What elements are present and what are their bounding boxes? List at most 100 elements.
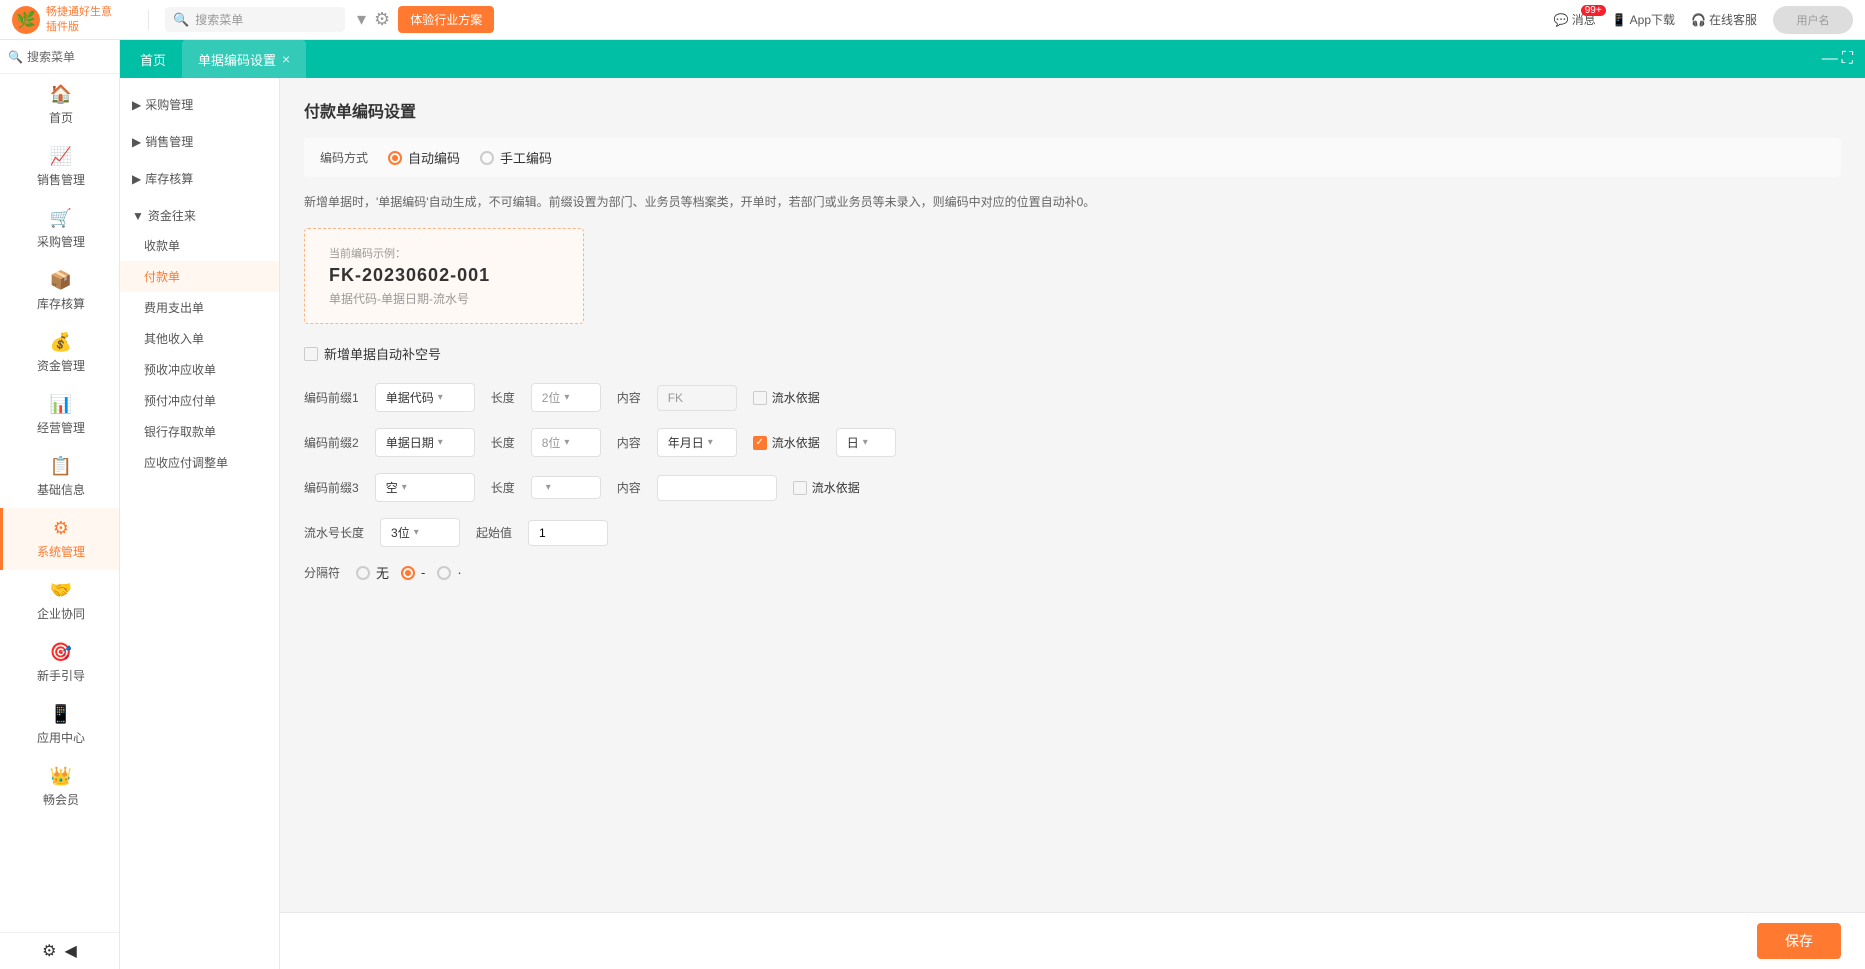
stream1-checkbox[interactable]: 流水依据 — [753, 389, 820, 406]
sub-menu-receipt[interactable]: 收款单 — [120, 230, 279, 261]
sep-dot2-circle — [437, 566, 451, 580]
enterprise-icon: 🤝 — [50, 580, 72, 601]
online-service-button[interactable]: 🎧 在线客服 — [1691, 11, 1757, 28]
tab-maximize-icon[interactable]: ⛶ — [1842, 50, 1853, 68]
sep-dot1-radio[interactable]: - — [401, 565, 425, 580]
operations-icon: 📊 — [50, 394, 72, 415]
message-icon: 💬 — [1554, 13, 1569, 27]
chevron-down-icon: ▾ — [564, 437, 569, 448]
sub-menu-other-income[interactable]: 其他收入单 — [120, 323, 279, 354]
tab-close-icon[interactable]: × — [282, 51, 290, 67]
main-panel: 付款单编码设置 编码方式 自动编码 手工编码 新增单据时，'单据编 — [280, 78, 1865, 912]
sidebar-item-operations[interactable]: 📊 经营管理 — [0, 384, 119, 446]
search-icon: 🔍 — [173, 12, 189, 28]
sub-menu-group-inventory: ▶ 库存核算 — [120, 160, 279, 197]
form-row-prefix1: 编码前缀1 单据代码 ▾ 长度 2位 ▾ 内容 — [304, 383, 1841, 412]
auto-fill-checkbox[interactable]: 新增单据自动补空号 — [304, 344, 1841, 363]
tab-encoding-settings[interactable]: 单据编码设置 × — [182, 40, 306, 78]
prefix1-select[interactable]: 单据代码 ▾ — [375, 383, 475, 412]
sidebar-item-purchase[interactable]: 🛒 采购管理 — [0, 198, 119, 260]
system-icon: ⚙ — [53, 518, 69, 539]
apps-icon: 📱 — [50, 704, 72, 725]
stream3-checkbox[interactable]: 流水依据 — [793, 479, 860, 496]
logo-icon: 🌿 — [12, 6, 40, 34]
sidebar-settings-icon[interactable]: ⚙ — [42, 941, 56, 961]
content2-select[interactable]: 年月日 ▾ — [657, 428, 737, 457]
encoding-method-label: 编码方式 — [320, 149, 368, 166]
sidebar-item-sales[interactable]: 📈 销售管理 — [0, 136, 119, 198]
sub-menu-sales[interactable]: ▶ 销售管理 — [120, 127, 279, 156]
app-download-button[interactable]: 📱 App下载 — [1612, 11, 1675, 28]
chevron-right-icon: ▶ — [132, 135, 141, 149]
tab-minimize-icon[interactable]: — — [1822, 50, 1838, 68]
content1-input — [657, 385, 737, 411]
menu-search[interactable]: 🔍 搜索菜单 — [165, 7, 345, 32]
base-icon: 📋 — [50, 456, 72, 477]
sep-dot2-radio[interactable]: · — [437, 565, 461, 580]
sub-menu-expense[interactable]: 费用支出单 — [120, 292, 279, 323]
sep-none-radio[interactable]: 无 — [356, 563, 389, 582]
serial-length-select[interactable]: 3位 ▾ — [380, 518, 460, 547]
content-body: ▶ 采购管理 ▶ 销售管理 ▶ 库存核算 — [120, 78, 1865, 969]
download-icon: 📱 — [1612, 13, 1627, 27]
sidebar-item-inventory[interactable]: 📦 库存核算 — [0, 260, 119, 322]
content-area: 首页 单据编码设置 × — ⛶ ▶ 采购管理 — [120, 40, 1865, 969]
inventory-icon: 📦 — [50, 270, 72, 291]
chevron-down-icon: ▾ — [438, 437, 443, 448]
sales-icon: 📈 — [50, 146, 72, 167]
tab-bar: 首页 单据编码设置 × — ⛶ — [120, 40, 1865, 78]
manual-encoding-radio[interactable]: 手工编码 — [480, 148, 552, 167]
sidebar-item-base[interactable]: 📋 基础信息 — [0, 446, 119, 508]
chevron-down-icon: ▼ — [132, 209, 144, 223]
sidebar-item-apps[interactable]: 📱 应用中心 — [0, 694, 119, 756]
sub-menu-prepaid-payable[interactable]: 预付冲应付单 — [120, 385, 279, 416]
auto-encoding-radio[interactable]: 自动编码 — [388, 148, 460, 167]
top-bar: 🌿 畅捷通好生意 插件版 🔍 搜索菜单 ▾ ⚙ 体验行业方案 💬 消息 99+ … — [0, 0, 1865, 40]
tab-bar-right: — ⛶ — [1822, 50, 1861, 68]
sub-menu-payment[interactable]: 付款单 — [120, 261, 279, 292]
content3-label: 内容 — [617, 479, 641, 496]
stream2-period-select[interactable]: 日 ▾ — [836, 428, 896, 457]
encoding-method-group: 编码方式 自动编码 手工编码 — [304, 138, 1841, 177]
sidebar-item-newbie[interactable]: 🎯 新手引导 — [0, 632, 119, 694]
main-layout: 🔍 搜索菜单 🏠 首页 📈 销售管理 🛒 采购管理 📦 库存核算 💰 资金管理 … — [0, 40, 1865, 969]
sub-menu-capital[interactable]: ▼ 资金往来 — [120, 201, 279, 230]
auto-fill-checkbox-box — [304, 347, 318, 361]
newbie-icon: 🎯 — [50, 642, 72, 663]
sub-menu-inventory[interactable]: ▶ 库存核算 — [120, 164, 279, 193]
sidebar-collapse-icon[interactable]: ◀ — [65, 941, 77, 961]
industry-solution-button[interactable]: 体验行业方案 — [398, 6, 494, 33]
tab-home[interactable]: 首页 — [124, 40, 182, 78]
page-title: 付款单编码设置 — [304, 98, 1841, 122]
sidebar-search[interactable]: 🔍 搜索菜单 — [0, 40, 119, 74]
prefix2-label: 编码前缀2 — [304, 434, 359, 451]
avatar[interactable]: 用户名 — [1773, 6, 1853, 34]
sidebar-item-system[interactable]: ⚙ 系统管理 — [0, 508, 119, 570]
message-badge: 99+ — [1581, 5, 1606, 16]
chevron-right-icon: ▶ — [132, 98, 141, 112]
message-button[interactable]: 💬 消息 99+ — [1554, 11, 1596, 28]
separator-radio-group: 无 - · — [356, 563, 462, 582]
prefix3-select[interactable]: 空 ▾ — [375, 473, 475, 502]
bottom-bar: 保存 — [280, 912, 1865, 969]
length3-select[interactable]: ▾ — [531, 476, 601, 499]
sidebar-item-home[interactable]: 🏠 首页 — [0, 74, 119, 136]
sub-menu-prepaid-receivable[interactable]: 预收冲应收单 — [120, 354, 279, 385]
start-value-input[interactable] — [528, 520, 608, 546]
prefix2-select[interactable]: 单据日期 ▾ — [375, 428, 475, 457]
sidebar-item-finance[interactable]: 💰 资金管理 — [0, 322, 119, 384]
sub-menu-bank[interactable]: 银行存取款单 — [120, 416, 279, 447]
sub-menu-ar-ap-adjust[interactable]: 应收应付调整单 — [120, 447, 279, 478]
length2-select[interactable]: 8位 ▾ — [531, 428, 601, 457]
save-button[interactable]: 保存 — [1757, 923, 1841, 959]
stream2-checkbox[interactable]: ✓ 流水依据 — [753, 434, 820, 451]
chevron-down-icon: ▾ — [546, 482, 551, 493]
sub-menu-purchase[interactable]: ▶ 采购管理 — [120, 90, 279, 119]
settings-icon[interactable]: ⚙ — [374, 9, 390, 30]
sep-dot1-circle — [401, 566, 415, 580]
sidebar-item-member[interactable]: 👑 畅会员 — [0, 756, 119, 818]
content3-input[interactable] — [657, 475, 777, 501]
length1-select[interactable]: 2位 ▾ — [531, 383, 601, 412]
sidebar-item-enterprise[interactable]: 🤝 企业协同 — [0, 570, 119, 632]
chevron-down-icon[interactable]: ▾ — [357, 9, 366, 30]
